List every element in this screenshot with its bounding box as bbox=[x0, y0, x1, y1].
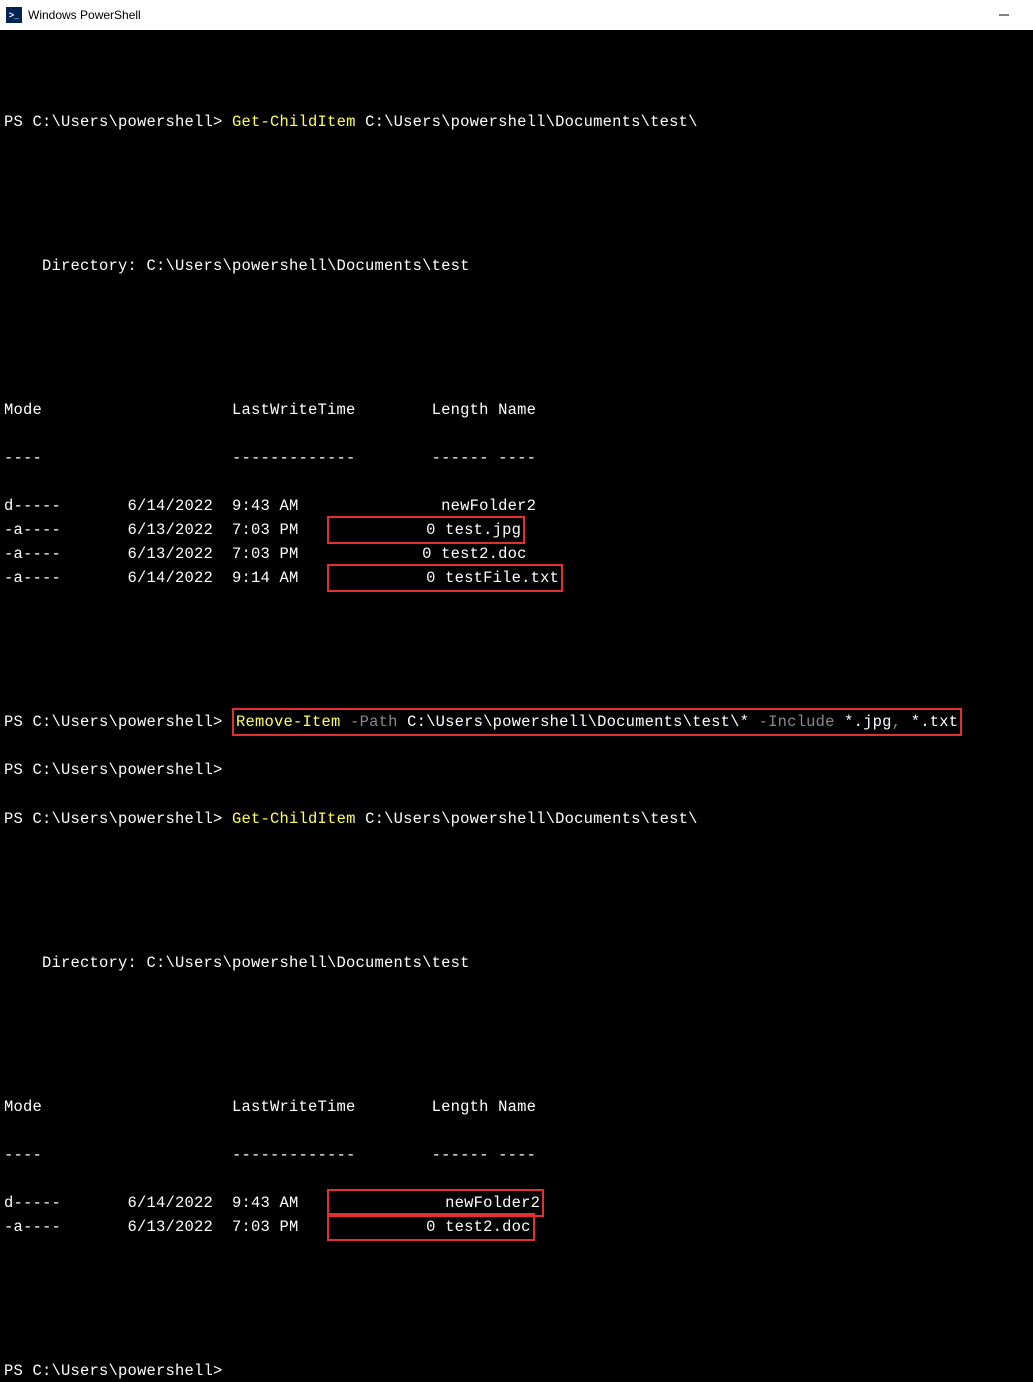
terminal-output[interactable]: PS C:\Users\powershell> Get-ChildItem C:… bbox=[0, 30, 1033, 1382]
table-row: -a---- 6/13/2022 7:03 PM 0 test2.doc bbox=[4, 1215, 1029, 1239]
prompt: PS C:\Users\powershell> bbox=[4, 810, 232, 828]
directory-label: Directory: C:\Users\powershell\Documents… bbox=[4, 254, 1029, 278]
powershell-icon: >_ bbox=[6, 7, 22, 23]
window-title: Windows PowerShell bbox=[28, 8, 141, 22]
table-row: d----- 6/14/2022 9:43 AM newFolder2 bbox=[4, 1191, 1029, 1215]
param: -Include bbox=[749, 713, 835, 731]
result-highlight: 0 test.jpg bbox=[327, 516, 525, 544]
result-highlight: 0 testFile.txt bbox=[327, 564, 563, 592]
table-row: -a---- 6/14/2022 9:14 AM 0 testFile.txt bbox=[4, 566, 1029, 590]
table-header: Mode LastWriteTime Length Name bbox=[4, 1095, 1029, 1119]
table-divider: ---- ------------- ------ ---- bbox=[4, 446, 1029, 470]
cmd-arg: *.txt bbox=[901, 713, 958, 731]
cmd-arg: C:\Users\powershell\Documents\test\ bbox=[356, 810, 698, 828]
table-row: -a---- 6/13/2022 7:03 PM 0 test2.doc bbox=[4, 542, 1029, 566]
comma: , bbox=[892, 713, 902, 731]
cmd-arg: C:\Users\powershell\Documents\test\* bbox=[398, 713, 750, 731]
prompt: PS C:\Users\powershell> bbox=[4, 713, 232, 731]
prompt: PS C:\Users\powershell> bbox=[4, 761, 223, 779]
command-highlight: Remove-Item -Path C:\Users\powershell\Do… bbox=[232, 708, 962, 736]
prompt: PS C:\Users\powershell> bbox=[4, 1362, 232, 1380]
titlebar[interactable]: >_ Windows PowerShell bbox=[0, 0, 1033, 30]
cmdlet: Get-ChildItem bbox=[232, 113, 356, 131]
cmdlet: Get-ChildItem bbox=[232, 810, 356, 828]
result-highlight: 0 test2.doc bbox=[327, 1213, 535, 1241]
minimize-button[interactable] bbox=[981, 0, 1027, 30]
cmd-arg: C:\Users\powershell\Documents\test\ bbox=[356, 113, 698, 131]
table-row: d----- 6/14/2022 9:43 AM newFolder2 bbox=[4, 494, 1029, 518]
cmdlet: Remove-Item bbox=[236, 713, 341, 731]
prompt: PS C:\Users\powershell> bbox=[4, 113, 232, 131]
param: -Path bbox=[341, 713, 398, 731]
table-row: -a---- 6/13/2022 7:03 PM 0 test.jpg bbox=[4, 518, 1029, 542]
table-header: Mode LastWriteTime Length Name bbox=[4, 398, 1029, 422]
directory-label: Directory: C:\Users\powershell\Documents… bbox=[4, 951, 1029, 975]
window-controls bbox=[981, 0, 1027, 30]
table-divider: ---- ------------- ------ ---- bbox=[4, 1143, 1029, 1167]
cmd-arg: *.jpg bbox=[835, 713, 892, 731]
